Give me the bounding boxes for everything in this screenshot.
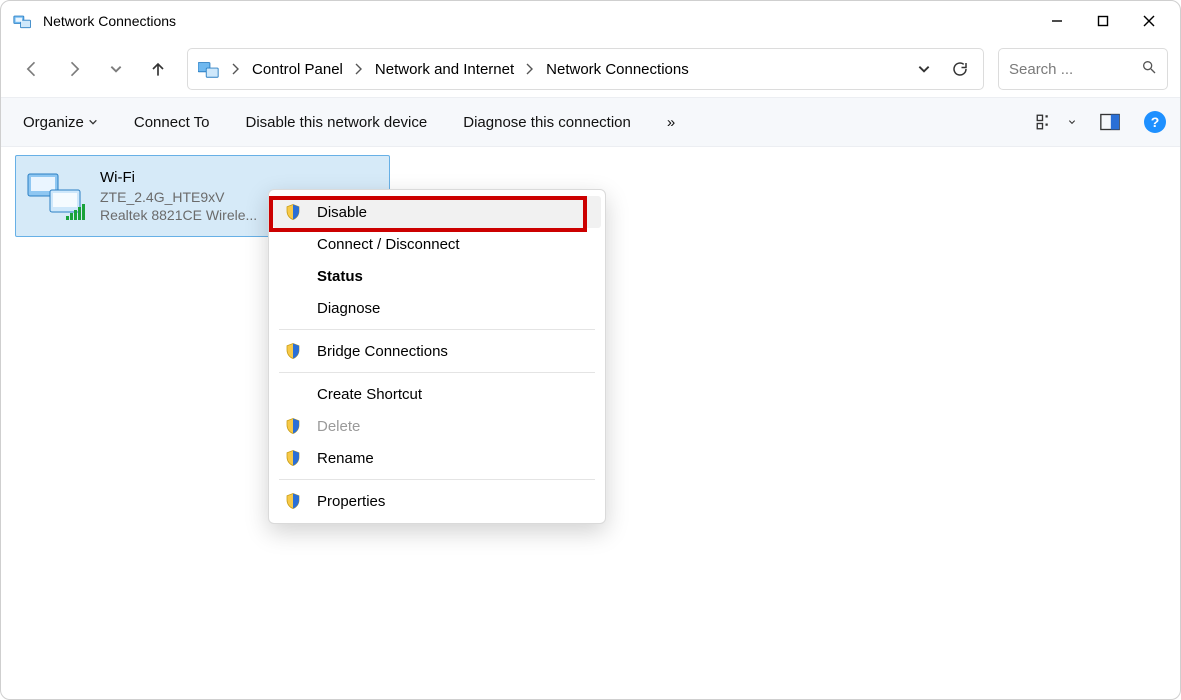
context-menu-separator bbox=[279, 479, 595, 480]
search-icon bbox=[1141, 59, 1157, 79]
shield-icon bbox=[283, 416, 303, 436]
shield-icon bbox=[283, 341, 303, 361]
context-menu-item-status[interactable]: Status bbox=[273, 260, 601, 292]
toolbar-overflow-button[interactable]: » bbox=[659, 108, 683, 137]
context-menu-item-label: Delete bbox=[317, 418, 360, 435]
context-menu-separator bbox=[279, 372, 595, 373]
command-toolbar: Organize Connect To Disable this network… bbox=[1, 97, 1180, 147]
connection-name: Wi-Fi bbox=[100, 168, 257, 188]
location-icon bbox=[198, 58, 220, 80]
shield-icon bbox=[283, 491, 303, 511]
nav-back-button[interactable] bbox=[13, 50, 51, 88]
view-options-button[interactable] bbox=[1030, 108, 1058, 136]
chevron-down-icon[interactable] bbox=[1068, 118, 1076, 126]
breadcrumb-item-1[interactable]: Network and Internet bbox=[369, 57, 520, 82]
preview-pane-button[interactable] bbox=[1096, 108, 1124, 136]
nav-recent-button[interactable] bbox=[97, 50, 135, 88]
diagnose-button[interactable]: Diagnose this connection bbox=[455, 108, 639, 137]
context-menu-item-label: Rename bbox=[317, 450, 374, 467]
app-icon bbox=[13, 11, 33, 31]
organize-label: Organize bbox=[23, 114, 84, 131]
network-adapter-icon bbox=[26, 168, 90, 224]
window-title: Network Connections bbox=[43, 13, 176, 29]
close-button[interactable] bbox=[1126, 5, 1172, 37]
address-history-button[interactable] bbox=[907, 52, 941, 86]
address-bar[interactable]: Control Panel Network and Internet Netwo… bbox=[187, 48, 984, 90]
chevron-right-icon[interactable] bbox=[522, 63, 538, 75]
context-menu-item-bridge-connections[interactable]: Bridge Connections bbox=[273, 335, 601, 367]
chevron-right-icon[interactable] bbox=[351, 63, 367, 75]
context-menu-item-create-shortcut[interactable]: Create Shortcut bbox=[273, 378, 601, 410]
context-menu-item-connect-disconnect[interactable]: Connect / Disconnect bbox=[273, 228, 601, 260]
help-button[interactable]: ? bbox=[1144, 111, 1166, 133]
nav-up-button[interactable] bbox=[139, 50, 177, 88]
disable-device-button[interactable]: Disable this network device bbox=[237, 108, 435, 137]
title-bar: Network Connections bbox=[1, 1, 1180, 41]
connect-to-button[interactable]: Connect To bbox=[126, 108, 218, 137]
context-menu-item-diagnose[interactable]: Diagnose bbox=[273, 292, 601, 324]
context-menu-item-label: Create Shortcut bbox=[317, 386, 422, 403]
chevron-down-icon bbox=[88, 117, 98, 127]
refresh-button[interactable] bbox=[943, 52, 977, 86]
connection-ssid: ZTE_2.4G_HTE9xV bbox=[100, 188, 257, 206]
maximize-button[interactable] bbox=[1080, 5, 1126, 37]
context-menu-item-disable[interactable]: Disable bbox=[273, 196, 601, 228]
content-area: Wi-Fi ZTE_2.4G_HTE9xV Realtek 8821CE Wir… bbox=[1, 147, 1180, 699]
context-menu-item-label: Connect / Disconnect bbox=[317, 236, 460, 253]
nav-forward-button[interactable] bbox=[55, 50, 93, 88]
search-placeholder: Search ... bbox=[1009, 61, 1141, 78]
shield-icon bbox=[283, 202, 303, 222]
context-menu-separator bbox=[279, 329, 595, 330]
context-menu-item-label: Bridge Connections bbox=[317, 343, 448, 360]
window-frame: Network Connections bbox=[0, 0, 1181, 700]
breadcrumb-item-0[interactable]: Control Panel bbox=[246, 57, 349, 82]
context-menu-item-label: Properties bbox=[317, 493, 385, 510]
context-menu-item-label: Diagnose bbox=[317, 300, 380, 317]
context-menu-item-delete: Delete bbox=[273, 410, 601, 442]
connection-adapter: Realtek 8821CE Wirele... bbox=[100, 206, 257, 224]
context-menu-item-label: Disable bbox=[317, 204, 367, 221]
navigation-bar: Control Panel Network and Internet Netwo… bbox=[1, 41, 1180, 97]
context-menu-item-rename[interactable]: Rename bbox=[273, 442, 601, 474]
context-menu-item-properties[interactable]: Properties bbox=[273, 485, 601, 517]
shield-icon bbox=[283, 448, 303, 468]
context-menu-item-label: Status bbox=[317, 268, 363, 285]
search-input[interactable]: Search ... bbox=[998, 48, 1168, 90]
minimize-button[interactable] bbox=[1034, 5, 1080, 37]
breadcrumb-item-2[interactable]: Network Connections bbox=[540, 57, 695, 82]
organize-menu[interactable]: Organize bbox=[15, 108, 106, 137]
context-menu: Disable Connect / Disconnect Status Diagnos… bbox=[268, 189, 606, 524]
chevron-right-icon[interactable] bbox=[228, 63, 244, 75]
